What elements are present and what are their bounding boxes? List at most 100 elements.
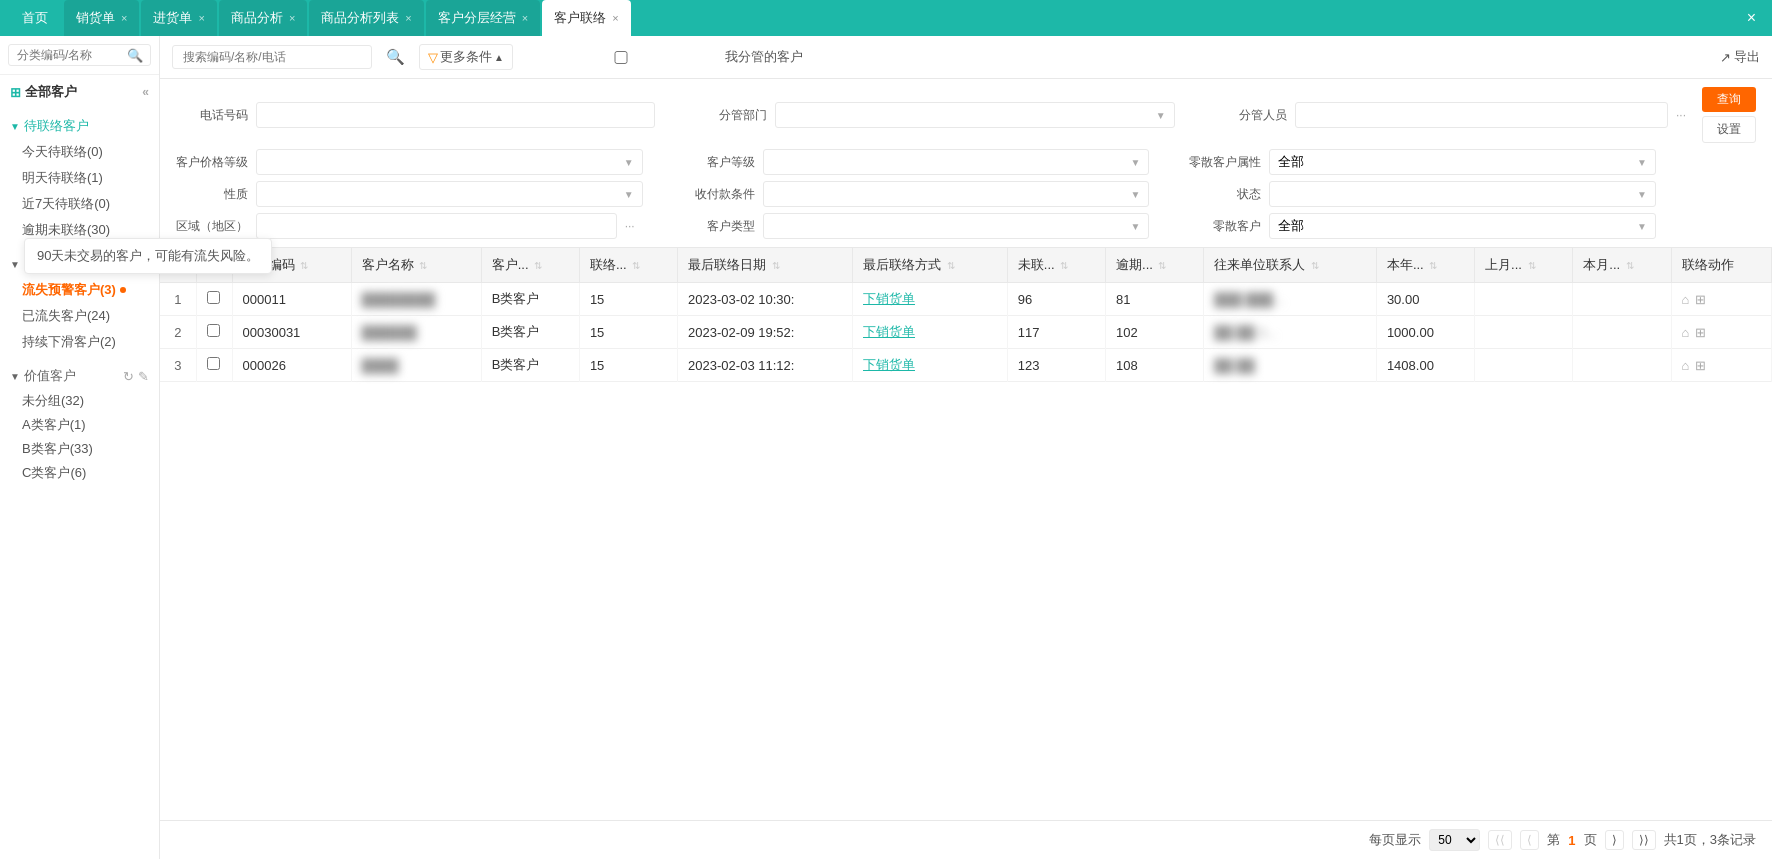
pending-group: ▼ 待联络客户 今天待联络(0) 明天待联络(1) 近7天待联络(0) 逾期未联… [0,109,159,247]
type-sort-icon[interactable]: ⇅ [534,260,542,271]
row-code-3: 000026 [232,349,351,382]
pagination-page-word: 第 [1547,831,1560,849]
this-month-sort-icon[interactable]: ⇅ [1626,260,1634,271]
sidebar-item-class-c[interactable]: C类客户(6) [0,461,159,485]
sidebar-item-class-b[interactable]: B类客户(33) [0,437,159,461]
last-month-sort-icon[interactable]: ⇅ [1528,260,1536,271]
name-sort-icon[interactable]: ⇅ [419,260,427,271]
last-method-sort-icon[interactable]: ⇅ [947,260,955,271]
casual-customer-select[interactable]: 全部 ▼ [1269,213,1656,239]
my-customers-checkbox[interactable] [521,51,721,64]
tab-analysis[interactable]: 商品分析 × [219,0,307,36]
tab-sales[interactable]: 销货单 × [64,0,139,36]
customer-tier-select[interactable]: ▼ [763,149,1150,175]
value-group-title[interactable]: ▼ 价值客户 ↻ ✎ [0,363,159,389]
row-last-date-1: 2023-03-02 10:30: [678,283,853,316]
casual-attr-select[interactable]: 全部 ▼ [1269,149,1656,175]
tab-customer-tier[interactable]: 客户分层经营 × [426,0,540,36]
uncontacted-sort-icon[interactable]: ⇅ [1060,260,1068,271]
contact-icon-1[interactable]: ⌂ [1682,292,1690,307]
sidebar-item-today-pending[interactable]: 今天待联络(0) [0,139,159,165]
overdue-sort-icon[interactable]: ⇅ [1158,260,1166,271]
close-purchase-tab[interactable]: × [198,12,204,24]
page-size-select[interactable]: 50 100 200 [1429,829,1480,851]
close-customer-contact-tab[interactable]: × [612,12,618,24]
row-last-date-3: 2023-02-03 11:12: [678,349,853,382]
person-more-button[interactable]: ··· [1668,108,1694,122]
my-customers-checkbox-label[interactable]: 我分管的客户 [521,48,803,66]
query-button[interactable]: 查询 [1702,87,1756,112]
close-analysis-tab[interactable]: × [289,12,295,24]
person-select[interactable] [1295,102,1668,128]
contact-icon-3[interactable]: ⌂ [1682,358,1690,373]
dept-select[interactable]: ▼ [775,102,1174,128]
row-checkbox-1[interactable] [196,283,232,316]
pending-group-title[interactable]: ▼ 待联络客户 [0,113,159,139]
close-sales-tab[interactable]: × [121,12,127,24]
sidebar-item-churn-warning[interactable]: 流失预警客户(3) [0,277,159,303]
first-page-button[interactable]: ⟨⟨ [1488,830,1512,850]
region-select[interactable] [256,213,617,239]
col-contact-count: 联络... ⇅ [579,248,677,283]
nature-select[interactable]: ▼ [256,181,643,207]
close-analysis-list-tab[interactable]: × [405,12,411,24]
sidebar-item-class-a[interactable]: A类客户(1) [0,413,159,437]
export-button[interactable]: ↗ 导出 [1720,48,1760,66]
customer-type-select[interactable]: ▼ [763,213,1150,239]
filter-row-4: 区域（地区） ··· 客户类型 ▼ 零散客户 全部 [176,213,1756,239]
row-2-checkbox[interactable] [207,324,220,337]
row-1-checkbox[interactable] [207,291,220,304]
value-edit-icon[interactable]: ✎ [138,369,149,384]
filter-payment: 收付款条件 ▼ [683,181,1150,207]
sidebar-item-ungroup[interactable]: 未分组(32) [0,389,159,413]
sidebar-item-churned[interactable]: 已流失客户(24) [0,303,159,329]
row-3-checkbox[interactable] [207,357,220,370]
next-page-button[interactable]: ⟩ [1605,830,1624,850]
more-actions-icon-1[interactable]: ⊞ [1695,292,1706,307]
customer-tier-label: 客户等级 [683,154,763,171]
window-close-button[interactable]: × [1739,5,1764,31]
tab-purchase[interactable]: 进货单 × [141,0,216,36]
value-refresh-icon[interactable]: ↻ [123,369,134,384]
tab-customer-contact[interactable]: 客户联络 × [542,0,630,36]
last-page-button[interactable]: ⟩⟩ [1632,830,1656,850]
status-select[interactable]: ▼ [1269,181,1656,207]
contact-count-sort-icon[interactable]: ⇅ [632,260,640,271]
sidebar-item-7days-pending[interactable]: 近7天待联络(0) [0,191,159,217]
more-conditions-button[interactable]: ▽ 更多条件 ▲ [419,44,513,70]
row-last-method-3[interactable]: 下销货单 [853,349,1008,382]
search-button[interactable]: 🔍 [380,46,411,68]
filter-icon: ▽ [428,50,438,65]
row-last-method-1[interactable]: 下销货单 [853,283,1008,316]
settings-button[interactable]: 设置 [1702,116,1756,143]
row-checkbox-3[interactable] [196,349,232,382]
contact-person-sort-icon[interactable]: ⇅ [1311,260,1319,271]
sidebar-item-tomorrow-pending[interactable]: 明天待联络(1) [0,165,159,191]
row-last-method-2[interactable]: 下销货单 [853,316,1008,349]
row-uncontacted-2: 117 [1007,316,1105,349]
col-last-method: 最后联络方式 ⇅ [853,248,1008,283]
phone-input[interactable] [256,102,655,128]
customer-type-chevron-icon: ▼ [1130,221,1140,232]
region-more-button[interactable]: ··· [617,219,643,233]
sidebar-collapse-button[interactable]: « [142,85,149,99]
contact-icon-2[interactable]: ⌂ [1682,325,1690,340]
last-date-sort-icon[interactable]: ⇅ [772,260,780,271]
row-last-month-3 [1475,349,1573,382]
sidebar-item-declining[interactable]: 持续下滑客户(2) [0,329,159,355]
filter-casual-attr: 零散客户属性 全部 ▼ [1189,149,1656,175]
more-actions-icon-2[interactable]: ⊞ [1695,325,1706,340]
code-sort-icon[interactable]: ⇅ [300,260,308,271]
row-checkbox-2[interactable] [196,316,232,349]
payment-select[interactable]: ▼ [763,181,1150,207]
this-year-sort-icon[interactable]: ⇅ [1429,260,1437,271]
more-actions-icon-3[interactable]: ⊞ [1695,358,1706,373]
col-last-month: 上月... ⇅ [1475,248,1573,283]
home-tab[interactable]: 首页 [8,0,62,36]
search-input[interactable] [172,45,372,69]
close-customer-tier-tab[interactable]: × [522,12,528,24]
prev-page-button[interactable]: ⟨ [1520,830,1539,850]
price-tier-select[interactable]: ▼ [256,149,643,175]
all-customers-header[interactable]: ⊞ 全部客户 « [0,75,159,109]
tab-analysis-list[interactable]: 商品分析列表 × [309,0,423,36]
